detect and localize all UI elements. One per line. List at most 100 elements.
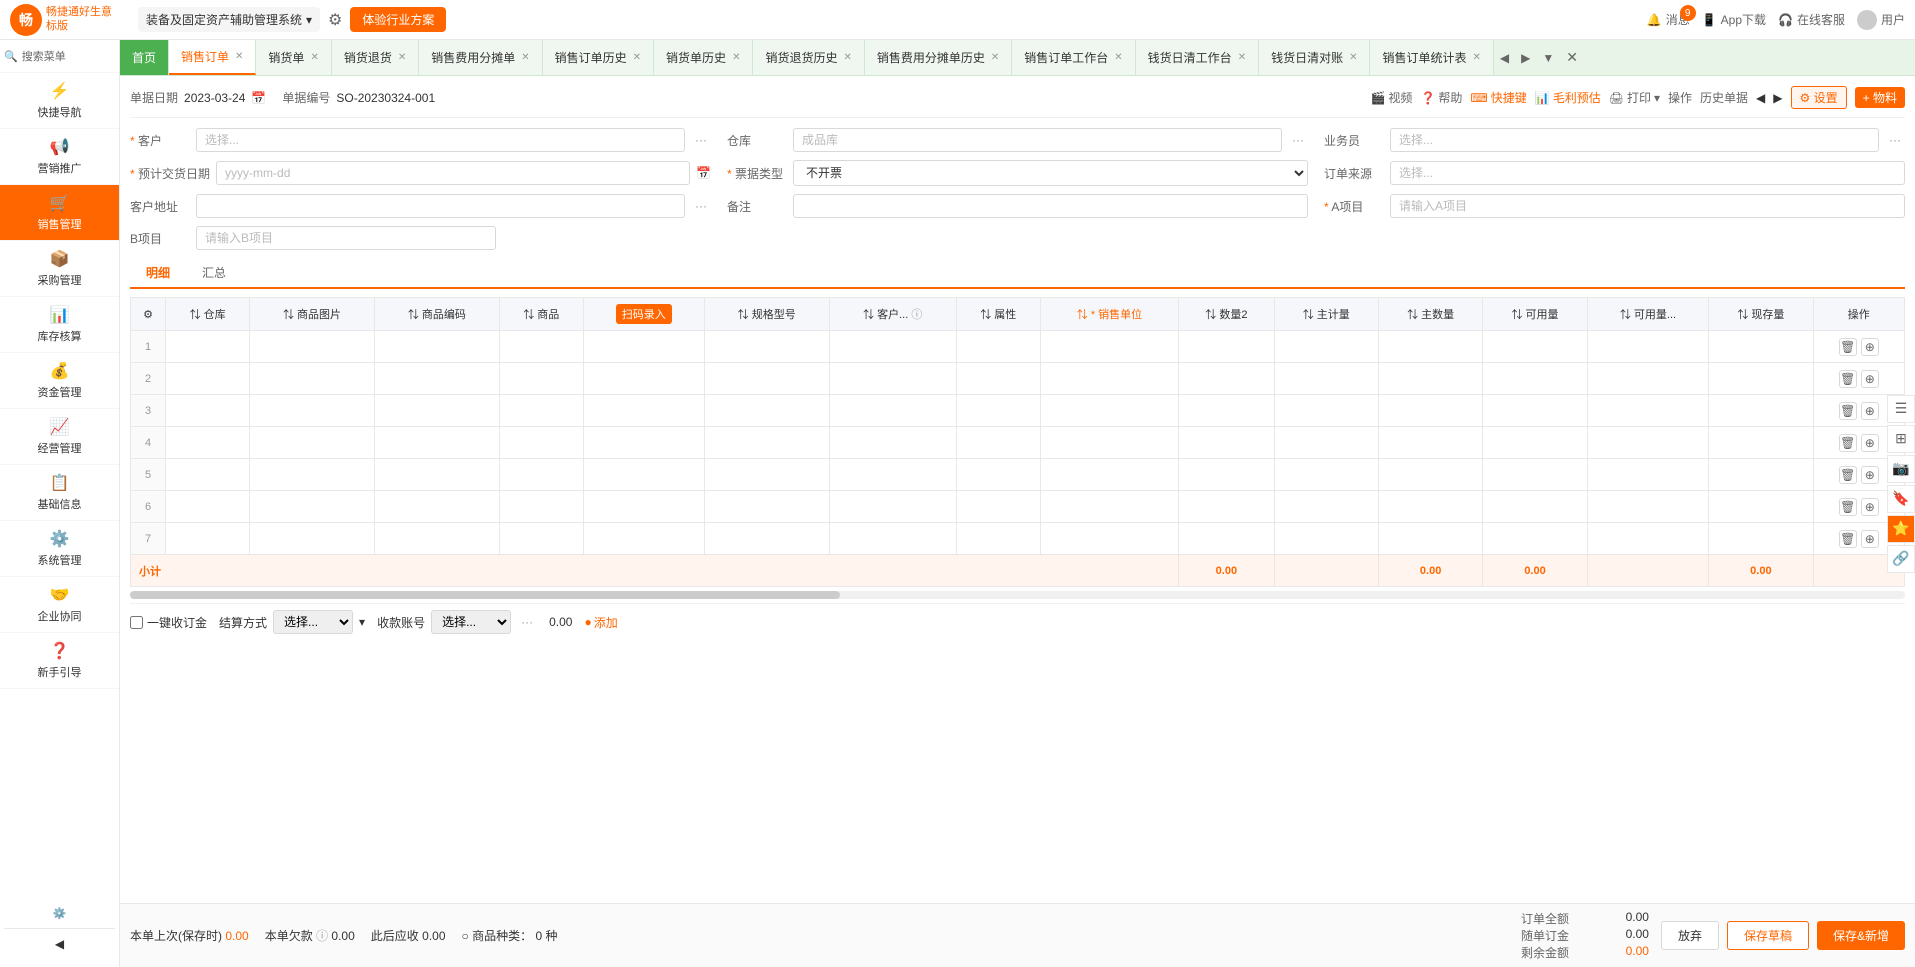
row-7-customer-code[interactable] [829,523,956,555]
sort-icon-available-more[interactable]: ⇅ [1620,309,1631,321]
row-1-warehouse[interactable] [166,331,250,363]
salesperson-dots-btn[interactable]: ··· [1885,133,1905,147]
tab-expense-history-close[interactable]: ✕ [991,52,999,63]
row-1-sales-unit[interactable] [1040,331,1179,363]
row-4-main-quantity[interactable] [1378,427,1482,459]
sort-icon-quantity2[interactable]: ⇅ [1205,309,1216,321]
tab-home[interactable]: 首页 [120,40,169,75]
row-7-scan[interactable] [583,523,704,555]
row-5-warehouse[interactable] [166,459,250,491]
row-6-product-image[interactable] [250,491,375,523]
th-settings[interactable]: ⚙ [131,298,166,331]
row-5-product-code[interactable] [374,459,499,491]
row-2-copy-btn[interactable]: ⊕ [1861,370,1879,388]
customer-address-input[interactable] [196,194,685,218]
tab-sales-workbench[interactable]: 销售订单工作台 ✕ [1012,40,1135,75]
discard-btn[interactable]: 放弃 [1661,921,1719,950]
row-3-scan[interactable] [583,395,704,427]
row-3-delete-btn[interactable]: 🗑 [1839,402,1857,420]
sort-icon-current-stock[interactable]: ⇅ [1737,309,1748,321]
row-4-scan[interactable] [583,427,704,459]
row-7-warehouse[interactable] [166,523,250,555]
row-3-product[interactable] [499,395,583,427]
row-2-available-more[interactable] [1587,363,1708,395]
notification-item[interactable]: 🔔 消息 9 [1647,11,1690,28]
right-tool-4[interactable]: 🔖 [1887,485,1915,513]
row-1-current-stock[interactable] [1709,331,1813,363]
row-6-copy-btn[interactable]: ⊕ [1861,498,1879,516]
row-1-attribute[interactable] [956,331,1040,363]
tab-detail[interactable]: 明细 [130,258,186,289]
tab-order-history-close[interactable]: ✕ [633,52,641,63]
tab-sales-return-history[interactable]: 销货退货历史 ✕ [753,40,864,75]
one-click-deposit-checkbox[interactable]: 一键收订金 [130,614,207,631]
row-7-available-qty[interactable] [1483,523,1587,555]
row-1-scan[interactable] [583,331,704,363]
row-4-product-code[interactable] [374,427,499,459]
row-6-warehouse[interactable] [166,491,250,523]
tab-sales-invoice-close[interactable]: ✕ [310,52,318,63]
sort-icon-product-code[interactable]: ⇅ [408,309,419,321]
right-tool-5[interactable]: ⭐ [1887,515,1915,543]
sort-icon-product-image[interactable]: ⇅ [283,309,294,321]
row-3-main-quantity[interactable] [1378,395,1482,427]
sort-icon-main-unit[interactable]: ⇅ [1303,309,1314,321]
invoice-type-select[interactable]: 不开票 [793,160,1308,186]
sort-icon-available-qty[interactable]: ⇅ [1511,309,1522,321]
save-new-btn[interactable]: 保存&新增 [1817,921,1905,950]
row-3-current-stock[interactable] [1709,395,1813,427]
calendar-icon[interactable]: 📅 [251,91,266,105]
row-2-product-image[interactable] [250,363,375,395]
row-1-available-more[interactable] [1587,331,1708,363]
tab-expense-history[interactable]: 销售费用分摊单历史 ✕ [865,40,1012,75]
row-4-available-more[interactable] [1587,427,1708,459]
help-btn[interactable]: ❓ 帮助 [1420,89,1462,106]
collection-account-dots[interactable]: ··· [517,615,537,629]
sort-icon-sales-unit[interactable]: ⇅ [1077,309,1088,321]
row-3-customer-code[interactable] [829,395,956,427]
row-7-available-more[interactable] [1587,523,1708,555]
sort-icon-main-quantity[interactable]: ⇅ [1407,309,1418,321]
sort-icon-attribute[interactable]: ⇅ [980,309,991,321]
tab-ar-clearance-account[interactable]: 钱货日清对账 ✕ [1259,40,1370,75]
row-3-warehouse[interactable] [166,395,250,427]
tab-sales-return-close[interactable]: ✕ [398,52,406,63]
sidebar-collapse-btn[interactable]: ◀ [4,928,115,959]
tab-invoice-history-close[interactable]: ✕ [732,52,740,63]
row-5-sales-unit[interactable] [1040,459,1179,491]
order-source-input[interactable] [1390,161,1905,185]
nav-prev-btn[interactable]: ◀ [1756,91,1765,105]
row-1-product-image[interactable] [250,331,375,363]
row-6-product[interactable] [499,491,583,523]
row-3-product-code[interactable] [374,395,499,427]
row-6-scan[interactable] [583,491,704,523]
sidebar-item-finance[interactable]: 💰 资金管理 [0,353,119,409]
row-7-product[interactable] [499,523,583,555]
scan-btn[interactable]: 扫码录入 [616,304,672,324]
row-6-main-quantity[interactable] [1378,491,1482,523]
sidebar-item-guide[interactable]: ❓ 新手引导 [0,633,119,689]
row-2-attribute[interactable] [956,363,1040,395]
row-4-customer-code[interactable] [829,427,956,459]
one-click-deposit-check[interactable] [130,616,143,629]
row-2-product-code[interactable] [374,363,499,395]
user-item[interactable]: 用户 [1857,10,1905,30]
tab-ar-clearance-workbench[interactable]: 钱货日清工作台 ✕ [1136,40,1259,75]
address-dots-btn[interactable]: ··· [691,199,711,213]
row-3-sales-unit[interactable] [1040,395,1179,427]
row-5-main-quantity[interactable] [1378,459,1482,491]
row-1-product-code[interactable] [374,331,499,363]
row-1-main-unit[interactable] [1274,331,1378,363]
row-7-product-image[interactable] [250,523,375,555]
row-5-scan[interactable] [583,459,704,491]
tab-sales-workbench-close[interactable]: ✕ [1114,52,1122,63]
table-scrollbar[interactable] [130,591,1905,599]
row-1-quantity2[interactable] [1179,331,1274,363]
date-value[interactable]: 2023-03-24 [184,91,245,105]
row-5-product-image[interactable] [250,459,375,491]
tab-sales-order[interactable]: 销售订单 ✕ [169,40,256,75]
row-4-quantity2[interactable] [1179,427,1274,459]
right-tool-1[interactable]: ☰ [1887,395,1915,423]
warehouse-input[interactable] [793,128,1282,152]
row-4-sales-unit[interactable] [1040,427,1179,459]
